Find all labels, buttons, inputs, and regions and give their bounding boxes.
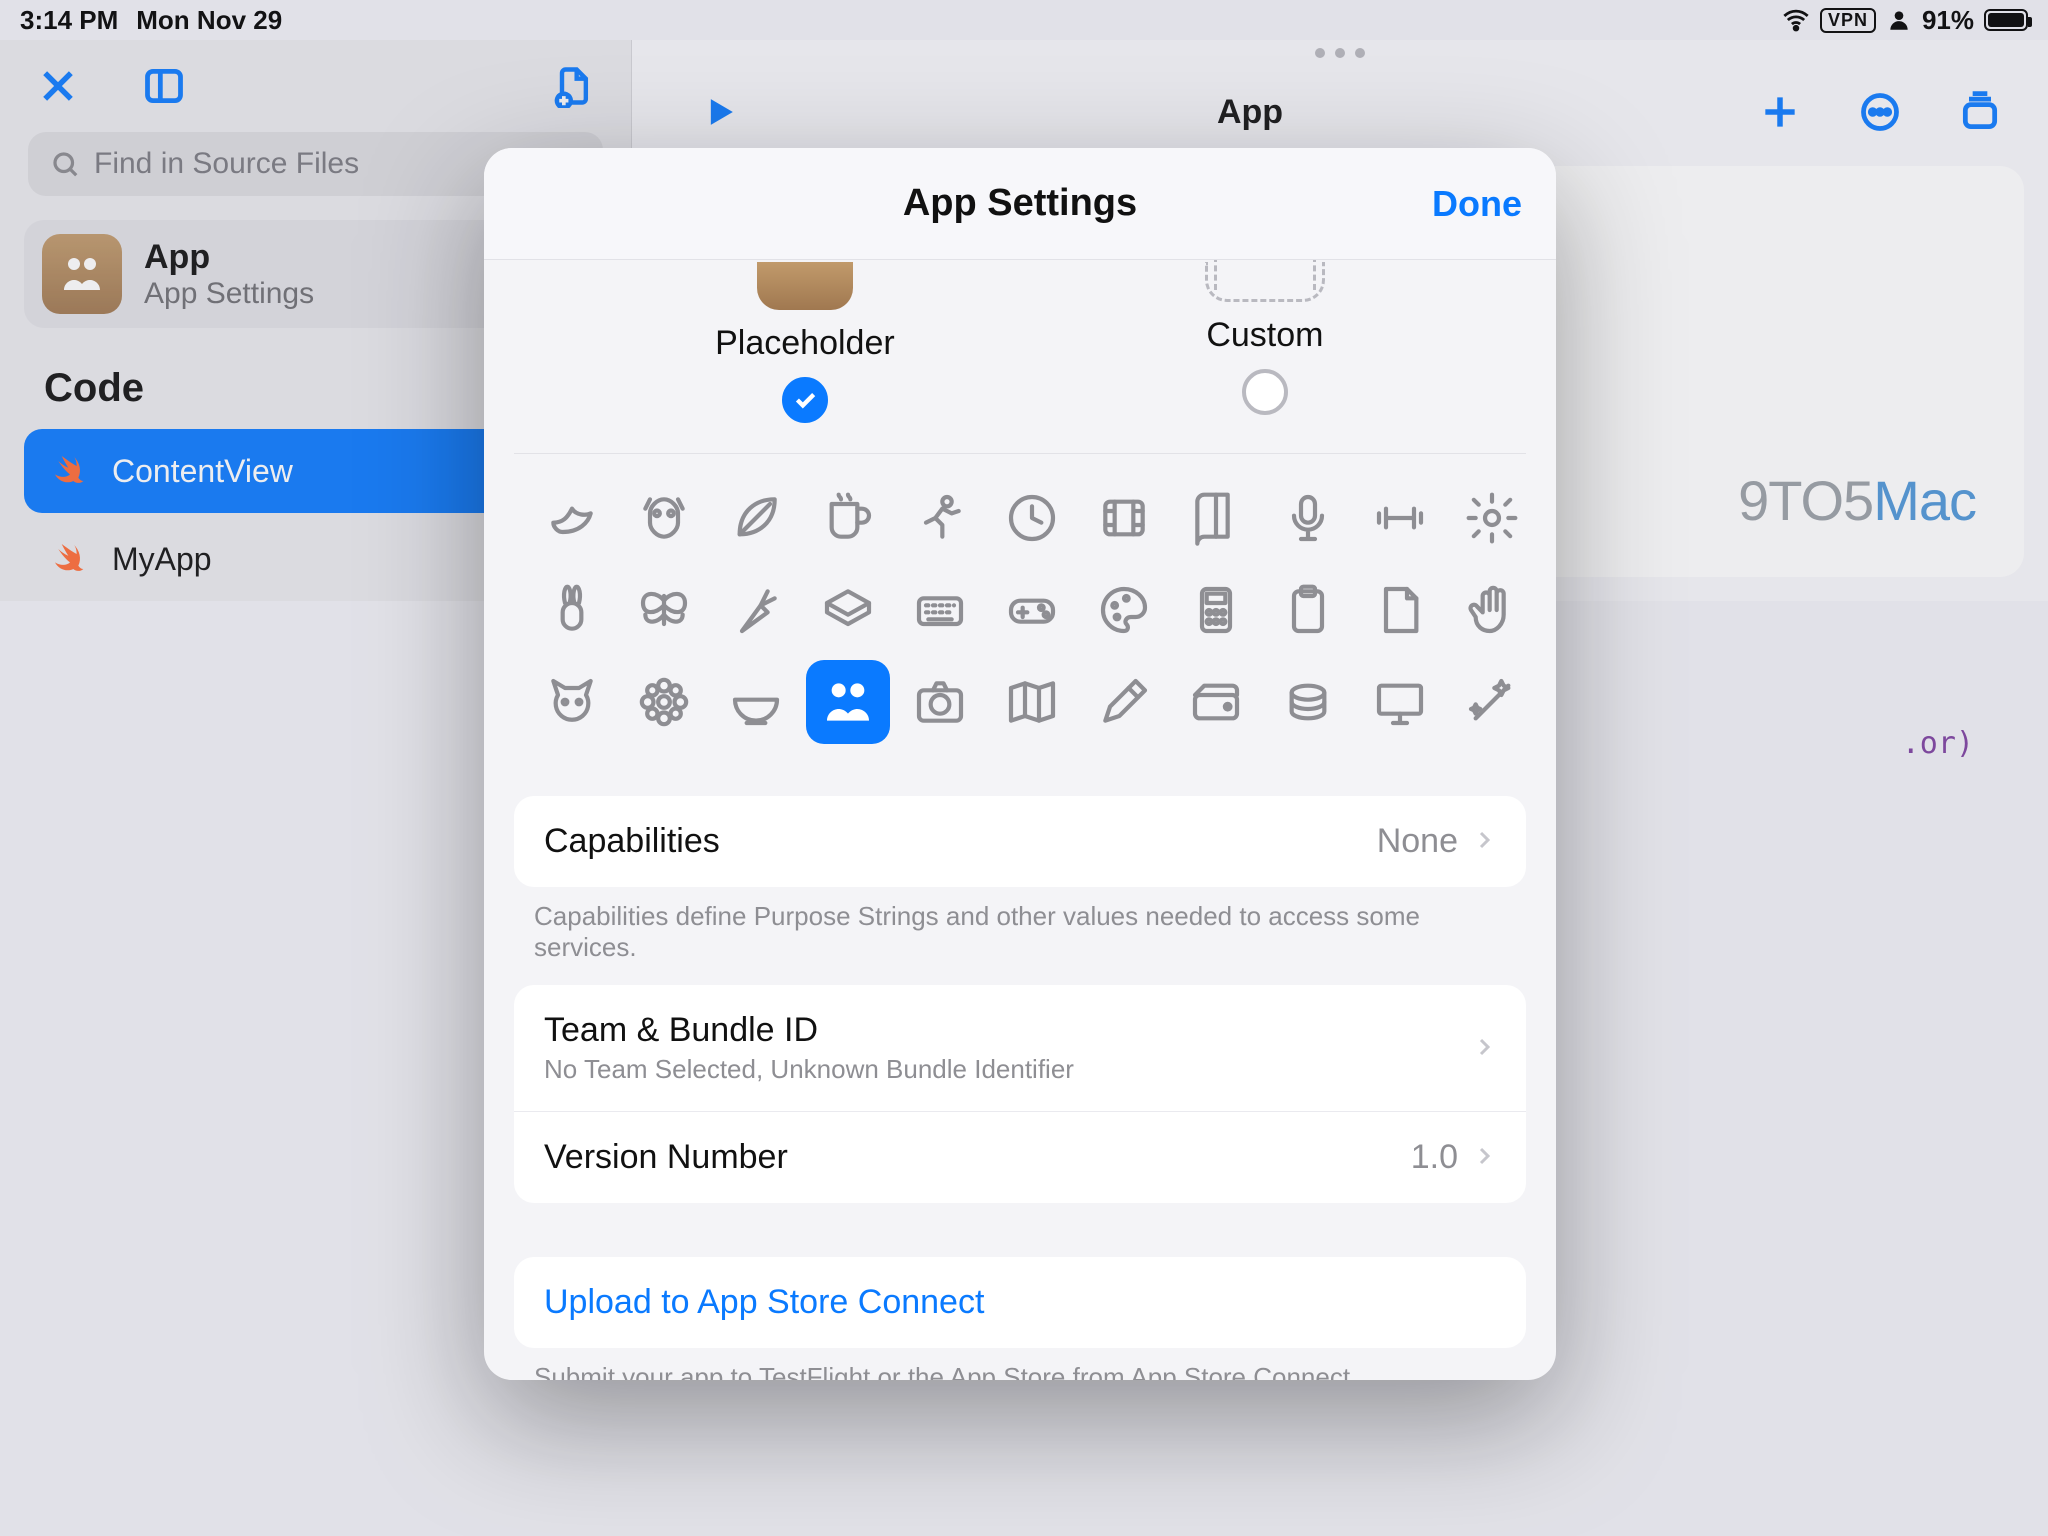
capabilities-note: Capabilities define Purpose Strings and … <box>500 887 1540 963</box>
upload-label: Upload to App Store Connect <box>544 1283 984 1322</box>
glyph-gamepad-icon[interactable] <box>990 568 1074 652</box>
glyph-wand-icon[interactable] <box>1450 660 1534 744</box>
run-button[interactable] <box>692 84 748 140</box>
glyph-sandwich-icon[interactable] <box>806 568 890 652</box>
glyph-carrot-icon[interactable] <box>714 568 798 652</box>
capabilities-label: Capabilities <box>544 822 720 861</box>
swift-icon <box>50 451 90 491</box>
glyph-flower-icon[interactable] <box>622 660 706 744</box>
glyph-cat-icon[interactable] <box>530 660 614 744</box>
glyph-wallet-icon[interactable] <box>1174 660 1258 744</box>
status-time: 3:14 PM <box>20 5 118 36</box>
project-title: App <box>144 238 314 277</box>
glyph-leaf-icon[interactable] <box>714 476 798 560</box>
team-label: Team & Bundle ID <box>544 1011 1074 1050</box>
swift-icon <box>50 539 90 579</box>
glyph-coin-icon[interactable] <box>1266 660 1350 744</box>
more-button[interactable] <box>1852 84 1908 140</box>
capabilities-card: Capabilities None <box>514 796 1526 887</box>
capabilities-row[interactable]: Capabilities None <box>514 796 1526 887</box>
glyph-monitor-icon[interactable] <box>1358 660 1442 744</box>
wifi-icon <box>1782 6 1810 34</box>
glyph-hand-icon[interactable] <box>1450 568 1534 652</box>
status-date: Mon Nov 29 <box>136 5 282 36</box>
glyph-bowl-icon[interactable] <box>714 660 798 744</box>
add-button[interactable] <box>1752 84 1808 140</box>
glyph-note-icon[interactable] <box>1358 568 1442 652</box>
file-label: MyApp <box>112 541 212 578</box>
glyph-gear-icon[interactable] <box>1450 476 1534 560</box>
glyph-camera-icon[interactable] <box>898 660 982 744</box>
battery-percent: 91% <box>1922 5 1974 36</box>
project-subtitle: App Settings <box>144 277 314 311</box>
radio-checked-icon[interactable] <box>782 377 828 423</box>
close-button[interactable] <box>30 58 86 114</box>
glyph-rabbit-icon[interactable] <box>530 568 614 652</box>
chevron-right-icon <box>1472 1138 1496 1177</box>
sheet-title: App Settings <box>903 182 1137 225</box>
watermark: 9TO5Mac <box>1738 468 1976 533</box>
glyph-mug-icon[interactable] <box>806 476 890 560</box>
glyph-microphone-icon[interactable] <box>1266 476 1350 560</box>
team-bundle-row[interactable]: Team & Bundle ID No Team Selected, Unkno… <box>514 985 1526 1111</box>
vpn-badge: VPN <box>1820 8 1876 33</box>
version-label: Version Number <box>544 1138 788 1177</box>
signing-card: Team & Bundle ID No Team Selected, Unkno… <box>514 985 1526 1203</box>
upload-note: Submit your app to TestFlight or the App… <box>500 1348 1540 1380</box>
library-button[interactable] <box>1952 84 2008 140</box>
done-button[interactable]: Done <box>1432 148 1522 259</box>
icon-choice-custom[interactable]: Custom <box>1205 262 1325 423</box>
glyph-palette-icon[interactable] <box>1082 568 1166 652</box>
upload-row[interactable]: Upload to App Store Connect <box>514 1257 1526 1348</box>
file-label: ContentView <box>112 453 293 490</box>
glyph-calculator-icon[interactable] <box>1174 568 1258 652</box>
status-bar: 3:14 PM Mon Nov 29 VPN 91% <box>0 0 2048 40</box>
placeholder-thumb <box>757 262 853 310</box>
battery-icon <box>1984 9 2028 31</box>
chevron-right-icon <box>1472 1029 1496 1068</box>
glyph-pencil-icon[interactable] <box>1082 660 1166 744</box>
upload-card: Upload to App Store Connect <box>514 1257 1526 1348</box>
team-sub: No Team Selected, Unknown Bundle Identif… <box>544 1054 1074 1085</box>
choice-label: Placeholder <box>715 324 895 363</box>
choice-label: Custom <box>1206 316 1323 355</box>
glyph-people-icon[interactable] <box>806 660 890 744</box>
document-title: App <box>1217 93 1283 132</box>
new-file-button[interactable] <box>545 58 601 114</box>
person-icon <box>1886 7 1912 33</box>
glyph-film-icon[interactable] <box>1082 476 1166 560</box>
chevron-right-icon <box>1472 822 1496 861</box>
app-settings-sheet: App Settings Done Placeholder Custom Cap… <box>484 148 1556 1380</box>
glyph-runner-icon[interactable] <box>898 476 982 560</box>
version-value: 1.0 <box>1411 1138 1458 1177</box>
multitask-handle[interactable] <box>632 40 2048 66</box>
icon-grid <box>500 454 1540 774</box>
version-row[interactable]: Version Number 1.0 <box>514 1111 1526 1203</box>
glyph-book-icon[interactable] <box>1174 476 1258 560</box>
panels-toggle-button[interactable] <box>136 58 192 114</box>
glyph-dog-icon[interactable] <box>622 476 706 560</box>
glyph-keyboard-icon[interactable] <box>898 568 982 652</box>
glyph-map-icon[interactable] <box>990 660 1074 744</box>
glyph-butterfly-icon[interactable] <box>622 568 706 652</box>
search-placeholder: Find in Source Files <box>94 147 359 181</box>
code-peek: .or) <box>1902 726 1974 761</box>
project-icon <box>42 234 122 314</box>
glyph-bird-icon[interactable] <box>530 476 614 560</box>
glyph-clock-icon[interactable] <box>990 476 1074 560</box>
icon-choice-placeholder[interactable]: Placeholder <box>715 262 895 423</box>
glyph-clipboard-icon[interactable] <box>1266 568 1350 652</box>
capabilities-value: None <box>1377 822 1458 861</box>
glyph-dumbbell-icon[interactable] <box>1358 476 1442 560</box>
radio-unchecked-icon[interactable] <box>1242 369 1288 415</box>
custom-thumb <box>1205 262 1325 302</box>
